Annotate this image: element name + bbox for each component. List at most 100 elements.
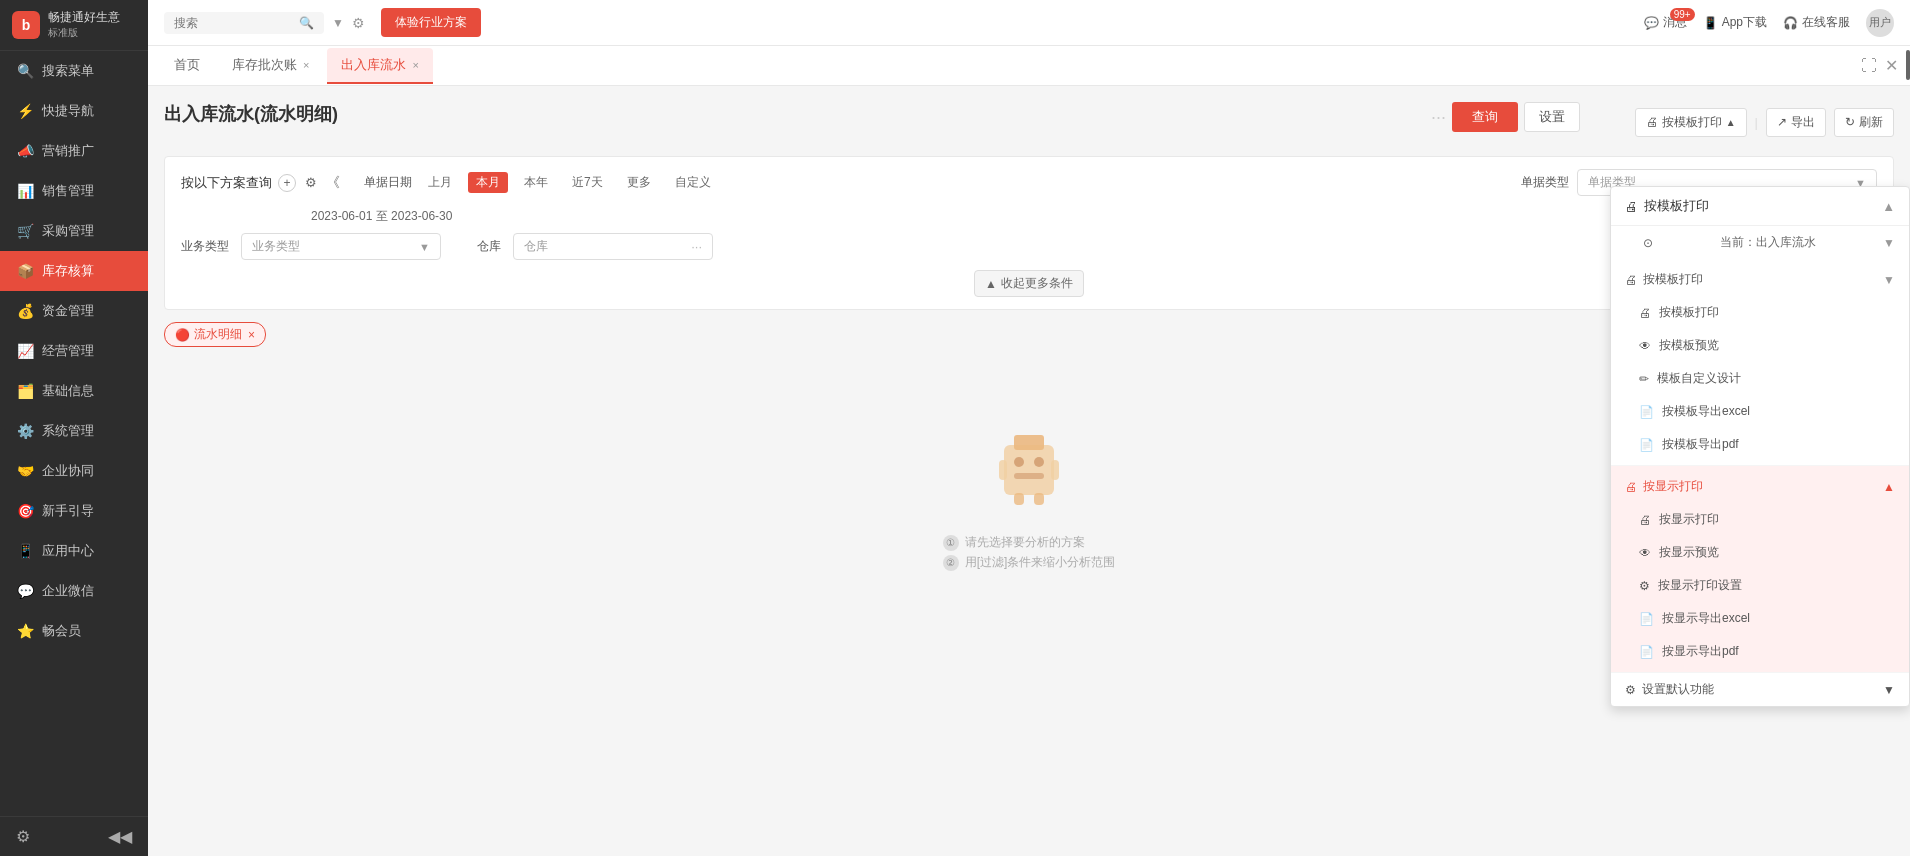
refresh-btn[interactable]: ↻ 刷新 [1834, 108, 1894, 137]
sidebar-item-operations[interactable]: 📈 经营管理 [0, 331, 148, 371]
tab-batch-close[interactable]: × [303, 59, 309, 71]
display-export-excel-item[interactable]: 📄 按显示导出excel [1611, 602, 1909, 635]
main-area: 🔍 ▼ ⚙ 体验行业方案 💬 消息 99+ 📱 App下载 🎧 在线客服 用户 [148, 0, 1910, 856]
tab-flow-label: 出入库流水 [341, 56, 406, 74]
date-tag-custom[interactable]: 自定义 [667, 172, 719, 193]
date-section: 上月 本月 本年 近7天 更多 自定义 [420, 172, 719, 193]
sidebar-item-label: 经营管理 [42, 342, 94, 360]
footer-collapse-icon[interactable]: ◀◀ [108, 827, 132, 846]
sidebar-item-label: 营销推广 [42, 142, 94, 160]
sidebar-item-guide[interactable]: 🎯 新手引导 [0, 491, 148, 531]
sidebar-item-search[interactable]: 🔍 搜索菜单 [0, 51, 148, 91]
template-customize-item[interactable]: ✏ 模板自定义设计 [1611, 362, 1909, 395]
trial-button[interactable]: 体验行业方案 [381, 8, 481, 37]
more-options-icon[interactable]: ··· [1431, 107, 1446, 128]
date-tag-current-month[interactable]: 本月 [468, 172, 508, 193]
dropdown-footer[interactable]: ⚙ 设置默认功能 ▼ [1611, 673, 1909, 706]
tab-bar: 首页 库存批次账 × 出入库流水 × ⛶ ✕ [148, 46, 1910, 86]
template-print-header[interactable]: 🖨 按模板打印 ▼ [1611, 263, 1909, 296]
template-export-excel-item[interactable]: 📄 按模板导出excel [1611, 395, 1909, 428]
business-type-select[interactable]: 业务类型 ▼ [241, 233, 441, 260]
sidebar-item-marketing[interactable]: 📣 营销推广 [0, 131, 148, 171]
sidebar-item-label: 基础信息 [42, 382, 94, 400]
step-2-num: ② [943, 555, 959, 571]
display-pdf-label: 按显示导出pdf [1662, 643, 1739, 660]
sidebar-item-sales[interactable]: 📊 销售管理 [0, 171, 148, 211]
sidebar-item-wechat[interactable]: 💬 企业微信 [0, 571, 148, 611]
template-preview-item[interactable]: 👁 按模板预览 [1611, 329, 1909, 362]
sidebar-item-app-center[interactable]: 📱 应用中心 [0, 531, 148, 571]
purchase-icon: 🛒 [16, 223, 34, 239]
display-print-section: 🖨 按显示打印 ▲ 🖨 按显示打印 👁 按显示预览 ⚙ [1611, 466, 1909, 673]
tab-batch[interactable]: 库存批次账 × [218, 48, 323, 84]
tab-home-label: 首页 [174, 56, 200, 74]
doc-type-label: 单据类型 [1521, 174, 1569, 191]
footer-arrow-icon: ▼ [1883, 683, 1895, 697]
filter-collapse-icon[interactable]: 《 [326, 174, 340, 192]
search-input[interactable] [174, 16, 299, 30]
sidebar-item-quick-nav[interactable]: ⚡ 快捷导航 [0, 91, 148, 131]
sidebar-item-label: 新手引导 [42, 502, 94, 520]
warehouse-select[interactable]: 仓库 ··· [513, 233, 713, 260]
warehouse-label: 仓库 [477, 238, 501, 255]
tab-close-icon[interactable]: ✕ [1885, 56, 1898, 75]
display-print-settings-item[interactable]: ⚙ 按显示打印设置 [1611, 569, 1909, 602]
date-tag-more[interactable]: 更多 [619, 172, 659, 193]
collapse-conditions-btn[interactable]: ▲ 收起更多条件 [974, 270, 1084, 297]
topbar-chevron-icon[interactable]: ▼ [332, 16, 344, 30]
date-tag-last-month[interactable]: 上月 [420, 172, 460, 193]
app-logo: b 畅捷通好生意 标准版 [0, 0, 148, 51]
add-filter-btn[interactable]: + [278, 174, 296, 192]
settings-button[interactable]: 设置 [1524, 102, 1580, 132]
date-tag-7days[interactable]: 近7天 [564, 172, 611, 193]
display-export-pdf-item[interactable]: 📄 按显示导出pdf [1611, 635, 1909, 668]
query-button[interactable]: 查询 [1452, 102, 1518, 132]
topbar-search-box[interactable]: 🔍 [164, 12, 324, 34]
sidebar-item-inventory[interactable]: 📦 库存核算 [0, 251, 148, 291]
current-arrow-icon[interactable]: ▼ [1883, 236, 1895, 250]
marketing-icon: 📣 [16, 143, 34, 159]
template-print-header-label: 按模板打印 [1643, 271, 1703, 288]
chevron-up-icon: ▲ [985, 277, 997, 291]
sidebar-footer: ⚙ ◀◀ [0, 816, 148, 856]
display-preview-item[interactable]: 👁 按显示预览 [1611, 536, 1909, 569]
app-download-btn[interactable]: 📱 App下载 [1703, 14, 1767, 31]
topbar-gear-icon[interactable]: ⚙ [352, 15, 365, 31]
filter-settings-icon[interactable]: ⚙ [302, 174, 320, 192]
user-avatar[interactable]: 用户 [1866, 9, 1894, 37]
search-icon: 🔍 [16, 63, 34, 79]
step-2-text: 用[过滤]条件来缩小分析范围 [965, 554, 1116, 571]
printer-icon: 🖨 [1646, 115, 1658, 129]
svg-point-2 [1014, 457, 1024, 467]
print-template-btn[interactable]: 🖨 按模板打印 ▲ [1635, 108, 1747, 137]
filter-tag-icon: 🔴 [175, 328, 190, 342]
template-print-item[interactable]: 🖨 按模板打印 [1611, 296, 1909, 329]
display-print-item[interactable]: 🖨 按显示打印 [1611, 503, 1909, 536]
template-export-excel-icon: 📄 [1639, 405, 1654, 419]
display-print-header[interactable]: 🖨 按显示打印 ▲ [1611, 470, 1909, 503]
dropdown-collapse-icon[interactable]: ▲ [1882, 199, 1895, 214]
tab-restore-icon[interactable]: ⛶ [1861, 57, 1877, 75]
sidebar-item-system[interactable]: ⚙️ 系统管理 [0, 411, 148, 451]
message-icon: 💬 [1644, 16, 1659, 30]
sidebar-item-purchase[interactable]: 🛒 采购管理 [0, 211, 148, 251]
sidebar-item-enterprise[interactable]: 🤝 企业协同 [0, 451, 148, 491]
display-print-icon: 🖨 [1639, 513, 1651, 527]
message-btn[interactable]: 💬 消息 99+ [1644, 14, 1687, 31]
date-tag-current-year[interactable]: 本年 [516, 172, 556, 193]
sidebar-item-basic[interactable]: 🗂️ 基础信息 [0, 371, 148, 411]
template-export-pdf-item[interactable]: 📄 按模板导出pdf [1611, 428, 1909, 461]
footer-settings-icon[interactable]: ⚙ [16, 827, 30, 846]
tab-flow[interactable]: 出入库流水 × [327, 48, 432, 84]
sidebar-item-finance[interactable]: 💰 资金管理 [0, 291, 148, 331]
export-btn[interactable]: ↗ 导出 [1766, 108, 1826, 137]
customer-service-label: 在线客服 [1802, 14, 1850, 31]
app-subtitle: 标准版 [48, 26, 120, 40]
sidebar-item-member[interactable]: ⭐ 畅会员 [0, 611, 148, 651]
refresh-icon: ↻ [1845, 115, 1855, 129]
customer-service-btn[interactable]: 🎧 在线客服 [1783, 14, 1850, 31]
tab-flow-close[interactable]: × [412, 59, 418, 71]
chevron-up-icon: ▲ [1726, 117, 1736, 128]
filter-tag-close[interactable]: × [248, 328, 255, 342]
tab-home[interactable]: 首页 [160, 48, 214, 84]
